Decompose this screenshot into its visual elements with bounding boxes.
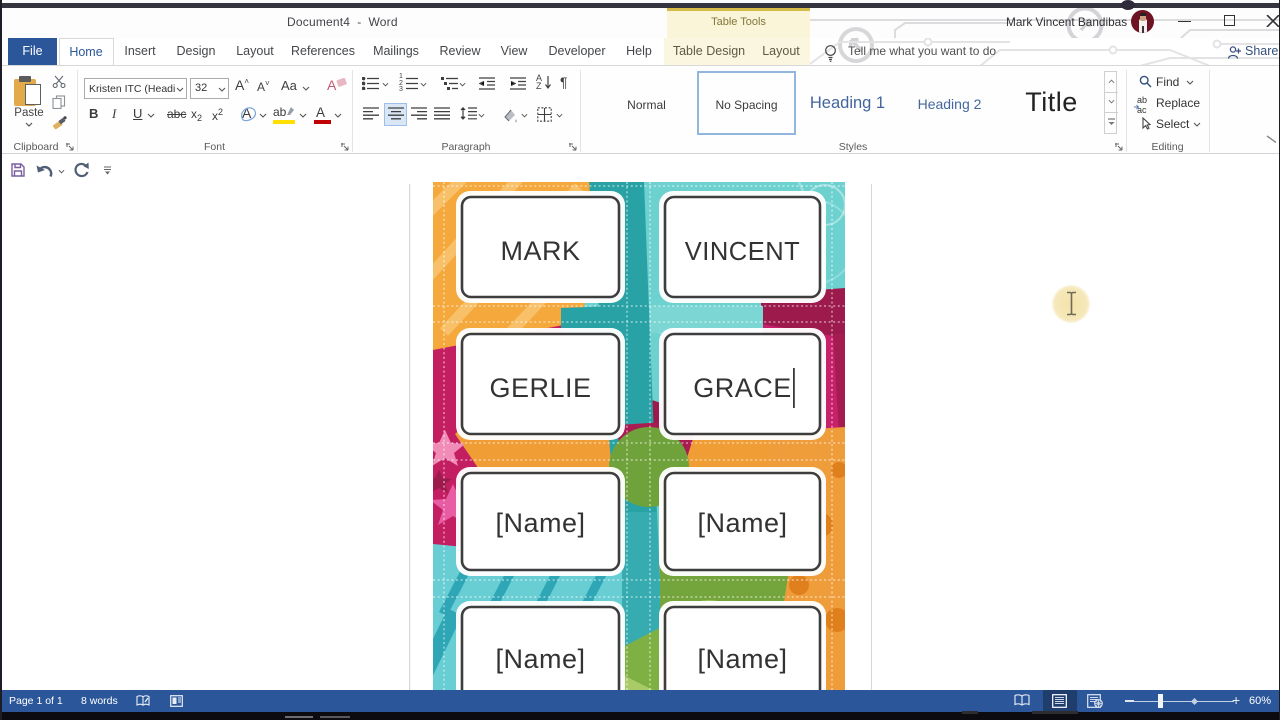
svg-text:MARK: MARK [500,236,580,266]
svg-text:[Name]: [Name] [697,508,787,538]
svg-text:GRACE: GRACE [693,373,792,403]
svg-text:VINCENT: VINCENT [685,238,800,266]
svg-text:GERLIE: GERLIE [489,373,591,403]
svg-text:[Name]: [Name] [495,644,585,674]
svg-text:[Name]: [Name] [495,508,585,538]
svg-text:[Name]: [Name] [697,644,787,674]
